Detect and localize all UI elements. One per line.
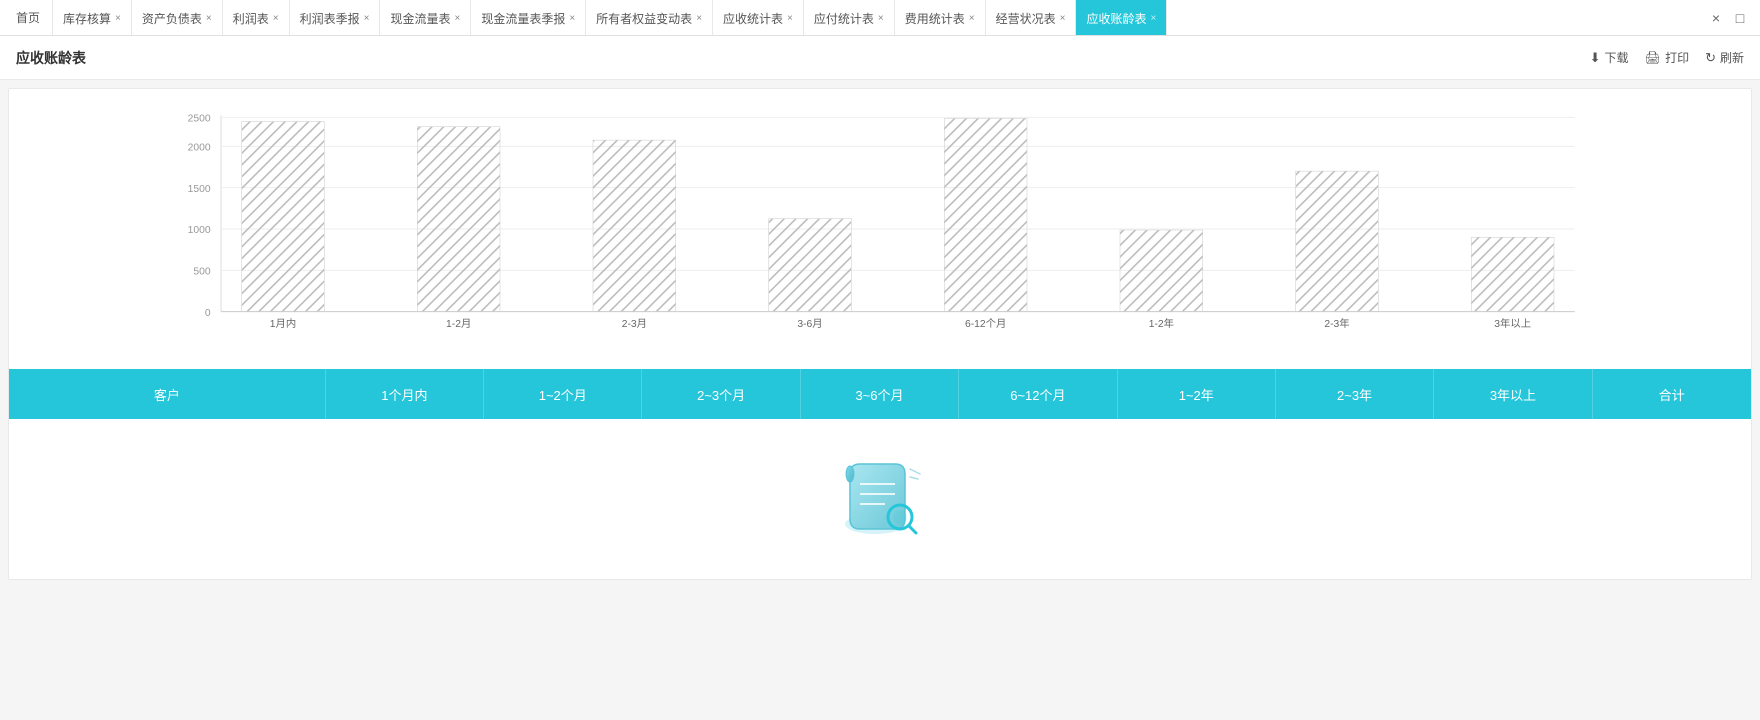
svg-text:2-3年: 2-3年 — [1324, 317, 1349, 330]
tab-label: 经营状况表 — [996, 10, 1056, 27]
tab-home-label: 首页 — [16, 9, 40, 26]
svg-text:3-6月: 3-6月 — [797, 318, 822, 330]
tab-label: 资产负债表 — [142, 10, 202, 27]
tab-label: 库存核算 — [63, 10, 111, 27]
table-header-cell: 2~3年 — [1276, 369, 1434, 419]
tab-ap-stats[interactable]: 应付统计表 × — [804, 0, 895, 36]
tab-close-icon[interactable]: × — [206, 13, 212, 24]
print-icon: 🖨 — [1645, 50, 1662, 66]
tab-home[interactable]: 首页 — [4, 0, 53, 36]
svg-text:3年以上: 3年以上 — [1494, 317, 1531, 330]
print-label: 打印 — [1665, 49, 1689, 66]
header-actions: ⬇ 下载 🖨 打印 ↻ 刷新 — [1590, 49, 1744, 66]
svg-text:0: 0 — [205, 308, 211, 319]
svg-text:1000: 1000 — [188, 225, 211, 236]
tab-close-icon[interactable]: × — [273, 13, 279, 24]
bar-3年以上 — [1471, 237, 1554, 311]
tab-label: 费用统计表 — [905, 10, 965, 27]
tab-cashflow-quarterly[interactable]: 现金流量表季报 × — [471, 0, 586, 36]
tab-close-icon[interactable]: × — [364, 13, 370, 24]
tab-ar-stats[interactable]: 应收统计表 × — [713, 0, 804, 36]
tab-bar: 首页 库存核算×资产负债表×利润表×利润表季报×现金流量表×现金流量表季报×所有… — [0, 0, 1760, 36]
table-header-cell: 3~6个月 — [801, 369, 959, 419]
refresh-label: 刷新 — [1720, 49, 1744, 66]
tab-label: 现金流量表季报 — [481, 10, 565, 27]
download-label: 下载 — [1605, 49, 1629, 66]
tab-label: 应收账龄表 — [1086, 10, 1146, 27]
table-header-cell: 2~3个月 — [642, 369, 800, 419]
svg-text:1月内: 1月内 — [270, 317, 296, 330]
empty-icon — [830, 449, 930, 549]
svg-text:6-12个月: 6-12个月 — [965, 318, 1006, 330]
tab-ar-aging[interactable]: 应收账龄表 × — [1076, 0, 1167, 36]
table-header-cell: 1个月内 — [326, 369, 484, 419]
table-header-cell: 6~12个月 — [959, 369, 1117, 419]
bar-6-12月 — [944, 118, 1027, 311]
table-header-cell: 合计 — [1593, 369, 1751, 419]
tab-expense-stats[interactable]: 费用统计表 × — [895, 0, 986, 36]
svg-text:1-2年: 1-2年 — [1149, 317, 1174, 330]
svg-text:500: 500 — [193, 266, 210, 277]
tab-close-icon[interactable]: × — [1060, 13, 1066, 24]
tab-close-icon[interactable]: × — [787, 13, 793, 24]
table-header: 客户1个月内1~2个月2~3个月3~6个月6~12个月1~2年2~3年3年以上合… — [9, 369, 1751, 419]
tab-close-icon[interactable]: × — [696, 13, 702, 24]
page-header: 应收账龄表 ⬇ 下载 🖨 打印 ↻ 刷新 — [0, 36, 1760, 80]
download-button[interactable]: ⬇ 下载 — [1590, 49, 1629, 66]
tab-profit-loss[interactable]: 利润表 × — [223, 0, 290, 36]
tab-profit-quarterly[interactable]: 利润表季报 × — [290, 0, 381, 36]
bar-1月内 — [242, 122, 325, 312]
tab-close-icon[interactable]: × — [454, 13, 460, 24]
tab-label: 应收统计表 — [723, 10, 783, 27]
table-header-cell: 1~2个月 — [484, 369, 642, 419]
chart-area: 0 500 1000 1500 2000 2500 1月内 1-2月 2-3月 — [9, 89, 1751, 369]
tab-label: 现金流量表 — [390, 10, 450, 27]
download-icon: ⬇ — [1590, 50, 1601, 66]
page-title: 应收账龄表 — [16, 48, 86, 68]
main-content: 0 500 1000 1500 2000 2500 1月内 1-2月 2-3月 — [8, 88, 1752, 580]
bar-2-3月 — [593, 140, 676, 312]
tab-business-status[interactable]: 经营状况表 × — [986, 0, 1077, 36]
svg-text:2500: 2500 — [188, 114, 211, 125]
empty-state — [9, 419, 1751, 579]
tab-close-icon[interactable]: × — [969, 13, 975, 24]
tab-cashflow[interactable]: 现金流量表 × — [380, 0, 471, 36]
tab-label: 应付统计表 — [814, 10, 874, 27]
print-button[interactable]: 🖨 打印 — [1645, 49, 1690, 66]
table-header-cell: 1~2年 — [1118, 369, 1276, 419]
window-controls: × □ — [1708, 10, 1756, 26]
svg-text:1500: 1500 — [188, 184, 211, 195]
tab-label: 利润表季报 — [300, 10, 360, 27]
tab-close-icon[interactable]: × — [115, 13, 121, 24]
refresh-button[interactable]: ↻ 刷新 — [1705, 49, 1744, 66]
tab-balance-sheet[interactable]: 资产负债表 × — [132, 0, 223, 36]
bar-3-6月 — [769, 219, 852, 312]
tab-label: 所有者权益变动表 — [596, 10, 692, 27]
bar-1-2月 — [417, 127, 500, 312]
tab-close-icon[interactable]: × — [878, 13, 884, 24]
svg-text:2000: 2000 — [188, 142, 211, 153]
svg-text:2-3月: 2-3月 — [622, 318, 647, 330]
bar-2-3年 — [1296, 171, 1379, 312]
table-header-cell: 客户 — [9, 369, 326, 419]
maximize-button[interactable]: □ — [1732, 10, 1748, 26]
tab-close-icon[interactable]: × — [569, 13, 575, 24]
refresh-icon: ↻ — [1705, 50, 1716, 66]
tab-inventory[interactable]: 库存核算 × — [53, 0, 132, 36]
tab-equity-changes[interactable]: 所有者权益变动表 × — [586, 0, 713, 36]
bar-1-2年 — [1120, 230, 1203, 312]
tab-close-icon[interactable]: × — [1150, 13, 1156, 24]
tab-label: 利润表 — [233, 10, 269, 27]
svg-text:1-2月: 1-2月 — [446, 318, 471, 330]
close-button[interactable]: × — [1708, 10, 1724, 26]
table-header-cell: 3年以上 — [1434, 369, 1592, 419]
